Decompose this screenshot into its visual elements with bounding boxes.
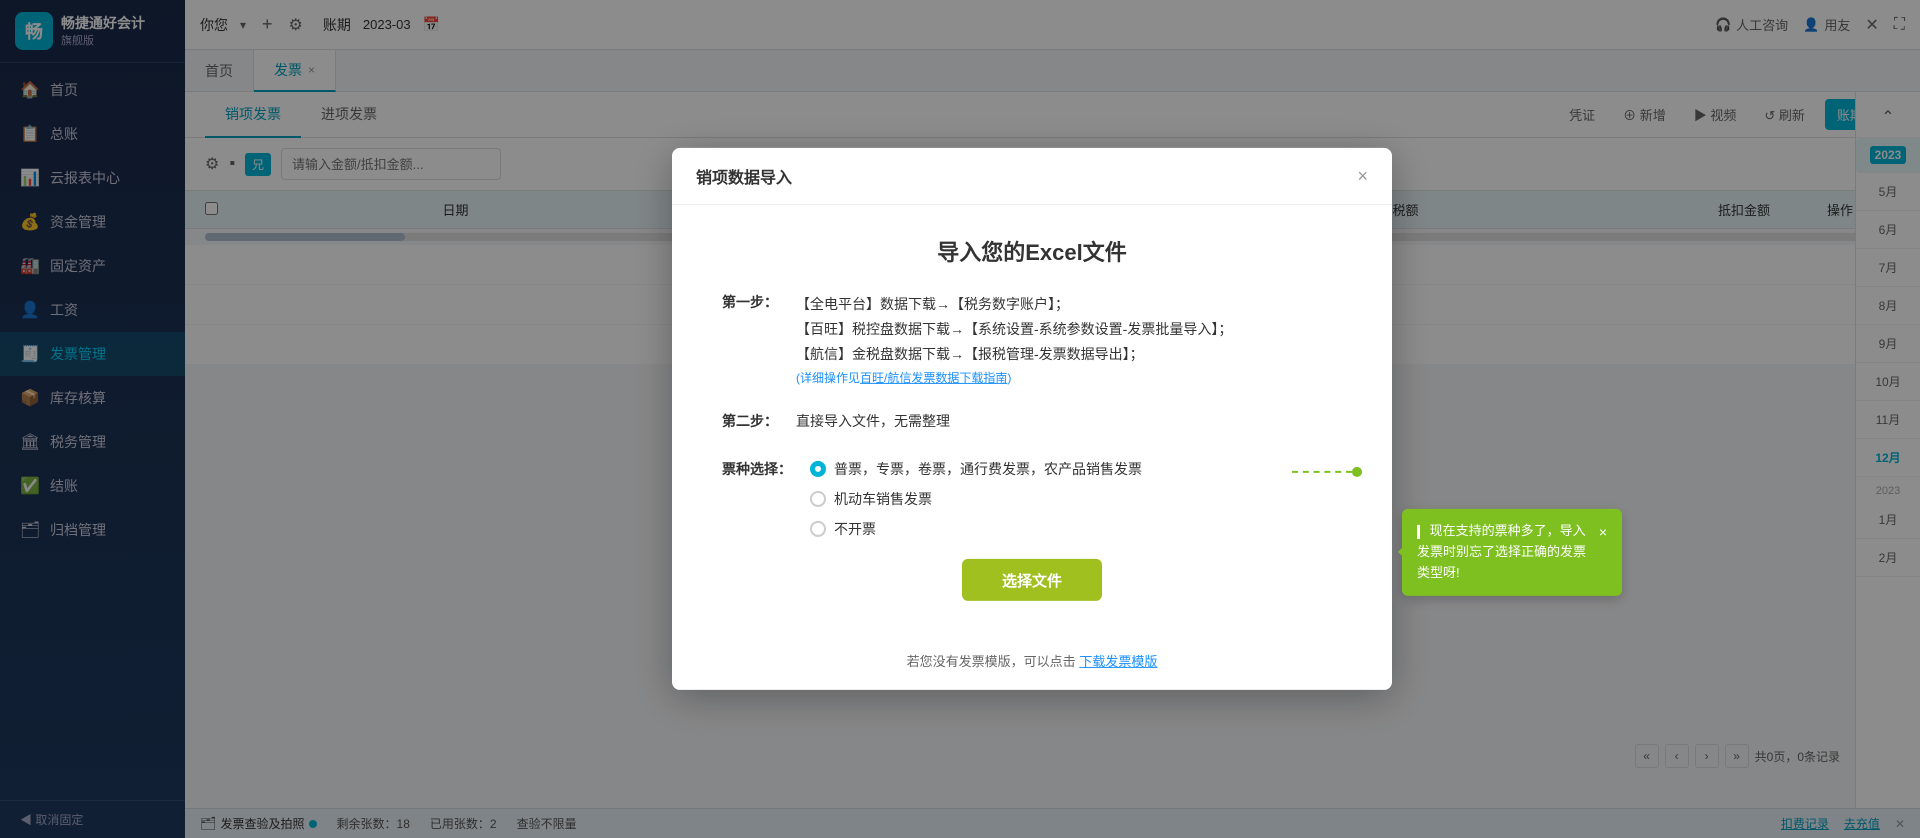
step2-label: 第二步： xyxy=(722,411,778,431)
radio-item-2[interactable]: 机动车销售发票 xyxy=(810,489,1142,509)
step1-content: 【全电平台】数据下载→【税务数字账户】； 【百旺】税控盘数据下载→【系统设置-系… xyxy=(786,292,1232,389)
step-2: 第二步： 直接导入文件，无需整理 xyxy=(722,409,1342,439)
tooltip-connector xyxy=(1292,467,1362,477)
step1-hint-link[interactable]: 百旺/航信发票数据下载指南 xyxy=(860,370,1007,384)
step1-line-3: 【航信】金税盘数据下载→【报税管理-发票数据导出】； xyxy=(796,342,1232,367)
radio-circle-2 xyxy=(810,491,826,507)
step-1: 第一步： 【全电平台】数据下载→【税务数字账户】； 【百旺】税控盘数据下载→【系… xyxy=(722,292,1342,389)
modal-body: 导入您的Excel文件 第一步： 【全电平台】数据下载→【税务数字账户】； 【百… xyxy=(672,205,1392,641)
step1-line-2: 【百旺】税控盘数据下载→【系统设置-系统参数设置-发票批量导入】； xyxy=(796,317,1232,342)
step1-label: 第一步： xyxy=(722,292,778,381)
radio-item-1[interactable]: 普票，专票，卷票，通行费发票，农产品销售发票 xyxy=(810,459,1142,479)
modal-main-title: 导入您的Excel文件 xyxy=(722,235,1342,267)
step1-line-1: 【全电平台】数据下载→【税务数字账户】； xyxy=(796,292,1232,317)
radio-label-2: 机动车销售发票 xyxy=(834,489,932,509)
radio-circle-1 xyxy=(810,461,826,477)
modal-close-button[interactable]: × xyxy=(1357,165,1368,186)
radio-label-3: 不开票 xyxy=(834,519,876,539)
import-modal: 销项数据导入 × 导入您的Excel文件 第一步： 【全电平台】数据下载→【税务… xyxy=(672,148,1392,690)
ticket-select: 票种选择： 普票，专票，卷票，通行费发票，农产品销售发票 机动车销售发票 不开票 xyxy=(722,459,1342,539)
modal-footer: 若您没有发票模版，可以点击 下载发票模版 xyxy=(672,641,1392,690)
radio-item-3[interactable]: 不开票 xyxy=(810,519,1142,539)
footer-text: 若您没有发票模版，可以点击 xyxy=(907,654,1076,669)
ticket-select-label: 票种选择： xyxy=(722,459,792,479)
modal-title: 销项数据导入 xyxy=(696,164,792,188)
modal-header: 销项数据导入 × xyxy=(672,148,1392,205)
step2-content: 直接导入文件，无需整理 xyxy=(786,409,950,434)
tooltip-border xyxy=(1417,525,1420,539)
tooltip-bubble: × 现在支持的票种多了，导入发票时别忘了选择正确的发票类型呀! xyxy=(1402,509,1622,595)
step1-hint: (详细操作见百旺/航信发票数据下载指南) xyxy=(796,367,1232,389)
tooltip-close-button[interactable]: × xyxy=(1599,521,1607,543)
radio-circle-3 xyxy=(810,521,826,537)
tooltip-text: 现在支持的票种多了，导入发票时别忘了选择正确的发票类型呀! xyxy=(1417,523,1586,580)
radio-group: 普票，专票，卷票，通行费发票，农产品销售发票 机动车销售发票 不开票 xyxy=(800,459,1142,539)
select-file-button[interactable]: 选择文件 xyxy=(962,559,1102,601)
download-template-link[interactable]: 下载发票模版 xyxy=(1079,654,1157,669)
radio-label-1: 普票，专票，卷票，通行费发票，农产品销售发票 xyxy=(834,459,1142,479)
